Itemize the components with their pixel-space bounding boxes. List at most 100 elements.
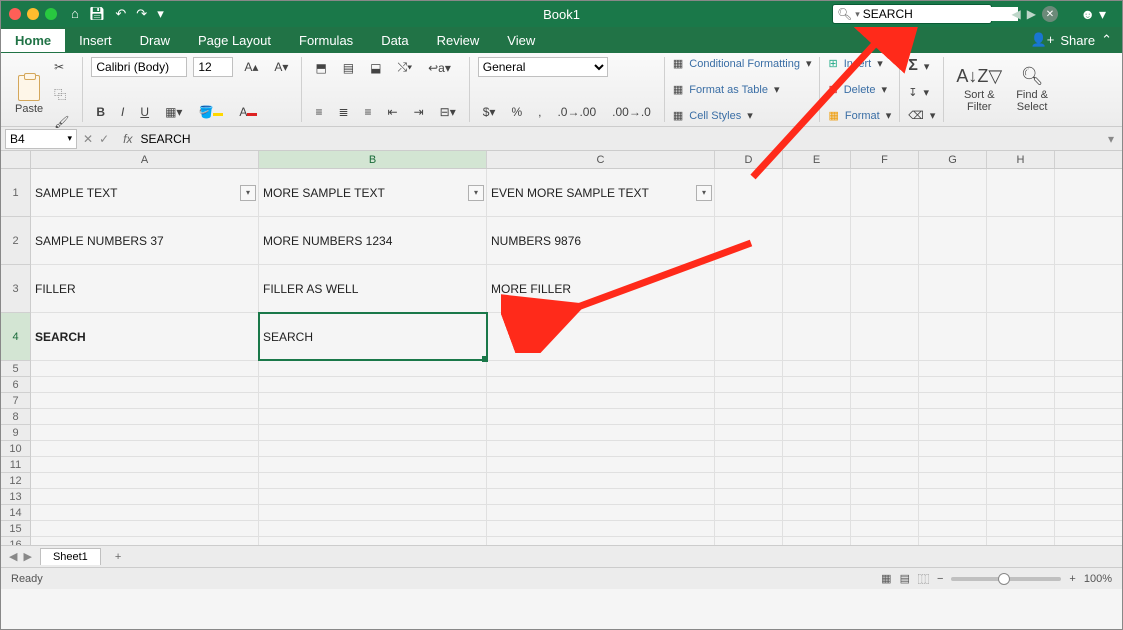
cell-A10[interactable]: [31, 441, 259, 456]
expand-formula-bar-icon[interactable]: ▾: [1108, 132, 1114, 146]
cell-B7[interactable]: [259, 393, 487, 408]
cell-A3[interactable]: FILLER: [31, 265, 259, 312]
cell-B14[interactable]: [259, 505, 487, 520]
decrease-font-icon[interactable]: A▾: [269, 57, 293, 77]
cell-H1[interactable]: [987, 169, 1055, 216]
cell-B5[interactable]: [259, 361, 487, 376]
cell-D14[interactable]: [715, 505, 783, 520]
cell-G6[interactable]: [919, 377, 987, 392]
percent-icon[interactable]: %: [506, 102, 527, 122]
cell-H16[interactable]: [987, 537, 1055, 545]
cell-A12[interactable]: [31, 473, 259, 488]
decrease-indent-icon[interactable]: ⇤: [383, 102, 403, 122]
cell-F11[interactable]: [851, 457, 919, 472]
cell-E11[interactable]: [783, 457, 851, 472]
cell-C10[interactable]: [487, 441, 715, 456]
cell-F2[interactable]: [851, 217, 919, 264]
row-header-10[interactable]: 10: [1, 441, 31, 457]
cell-D16[interactable]: [715, 537, 783, 545]
cell-A11[interactable]: [31, 457, 259, 472]
orientation-icon[interactable]: ⤭▾: [392, 57, 417, 78]
cell-F5[interactable]: [851, 361, 919, 376]
cell-C11[interactable]: [487, 457, 715, 472]
cell-F4[interactable]: [851, 313, 919, 360]
cell-B10[interactable]: [259, 441, 487, 456]
align-right-icon[interactable]: ≡: [360, 102, 377, 122]
cell-D15[interactable]: [715, 521, 783, 536]
row-header-15[interactable]: 15: [1, 521, 31, 537]
filter-button-B[interactable]: ▾: [468, 185, 484, 201]
zoom-level[interactable]: 100%: [1084, 573, 1112, 585]
cell-H4[interactable]: [987, 313, 1055, 360]
cell-F9[interactable]: [851, 425, 919, 440]
cell-B12[interactable]: [259, 473, 487, 488]
cell-G15[interactable]: [919, 521, 987, 536]
cell-G12[interactable]: [919, 473, 987, 488]
merge-center-icon[interactable]: ⊟▾: [435, 102, 461, 122]
cell-B16[interactable]: [259, 537, 487, 545]
collapse-ribbon-icon[interactable]: ⌃: [1101, 32, 1112, 48]
tab-home[interactable]: Home: [1, 29, 65, 52]
cell-E6[interactable]: [783, 377, 851, 392]
cut-icon[interactable]: ✂︎: [49, 57, 74, 77]
wrap-text-icon[interactable]: ↩a▾: [423, 58, 456, 78]
cell-F13[interactable]: [851, 489, 919, 504]
cell-G2[interactable]: [919, 217, 987, 264]
cell-A5[interactable]: [31, 361, 259, 376]
cell-F15[interactable]: [851, 521, 919, 536]
cell-G10[interactable]: [919, 441, 987, 456]
name-box[interactable]: B4 ▾: [5, 129, 77, 149]
cell-G13[interactable]: [919, 489, 987, 504]
search-input[interactable]: [863, 7, 1018, 21]
cell-G4[interactable]: [919, 313, 987, 360]
cell-G1[interactable]: [919, 169, 987, 216]
fill-color-button[interactable]: 🪣: [193, 102, 228, 122]
cell-B15[interactable]: [259, 521, 487, 536]
search-prev-icon[interactable]: ◀: [1012, 7, 1021, 21]
share-button[interactable]: 👤+ Share ⌃: [1031, 32, 1112, 48]
cell-H5[interactable]: [987, 361, 1055, 376]
cell-E10[interactable]: [783, 441, 851, 456]
row-header-12[interactable]: 12: [1, 473, 31, 489]
cell-H10[interactable]: [987, 441, 1055, 456]
cell-E8[interactable]: [783, 409, 851, 424]
cell-C6[interactable]: [487, 377, 715, 392]
border-button[interactable]: ▦▾: [160, 102, 187, 122]
normal-view-icon[interactable]: ▦: [881, 572, 891, 585]
search-field[interactable]: 🔍︎ ▾: [832, 4, 992, 24]
search-next-icon[interactable]: ▶: [1027, 7, 1036, 21]
cell-H12[interactable]: [987, 473, 1055, 488]
row-header-3[interactable]: 3: [1, 265, 31, 313]
row-header-2[interactable]: 2: [1, 217, 31, 265]
qat-customize-icon[interactable]: ▾: [157, 6, 164, 22]
cell-A2[interactable]: SAMPLE NUMBERS 37: [31, 217, 259, 264]
cell-E7[interactable]: [783, 393, 851, 408]
cell-C9[interactable]: [487, 425, 715, 440]
tab-formulas[interactable]: Formulas: [285, 29, 367, 52]
cell-C12[interactable]: [487, 473, 715, 488]
cell-A9[interactable]: [31, 425, 259, 440]
page-break-view-icon[interactable]: ⿲: [918, 571, 929, 587]
bold-button[interactable]: B: [91, 102, 110, 122]
cell-F6[interactable]: [851, 377, 919, 392]
row-header-6[interactable]: 6: [1, 377, 31, 393]
search-dropdown-icon[interactable]: ▾: [855, 9, 860, 20]
sheet-tab-1[interactable]: Sheet1: [40, 548, 101, 565]
tab-view[interactable]: View: [493, 29, 549, 52]
column-header-H[interactable]: H: [987, 151, 1055, 168]
underline-button[interactable]: U: [135, 102, 154, 122]
align-top-icon[interactable]: ⬒: [310, 58, 331, 78]
cell-A4[interactable]: SEARCH: [31, 313, 259, 360]
cell-E15[interactable]: [783, 521, 851, 536]
cell-H15[interactable]: [987, 521, 1055, 536]
cell-E5[interactable]: [783, 361, 851, 376]
cell-C16[interactable]: [487, 537, 715, 545]
cell-H14[interactable]: [987, 505, 1055, 520]
number-format-select[interactable]: General: [478, 57, 608, 77]
cell-H6[interactable]: [987, 377, 1055, 392]
cell-D8[interactable]: [715, 409, 783, 424]
cell-E9[interactable]: [783, 425, 851, 440]
cell-G7[interactable]: [919, 393, 987, 408]
row-header-13[interactable]: 13: [1, 489, 31, 505]
cell-D7[interactable]: [715, 393, 783, 408]
